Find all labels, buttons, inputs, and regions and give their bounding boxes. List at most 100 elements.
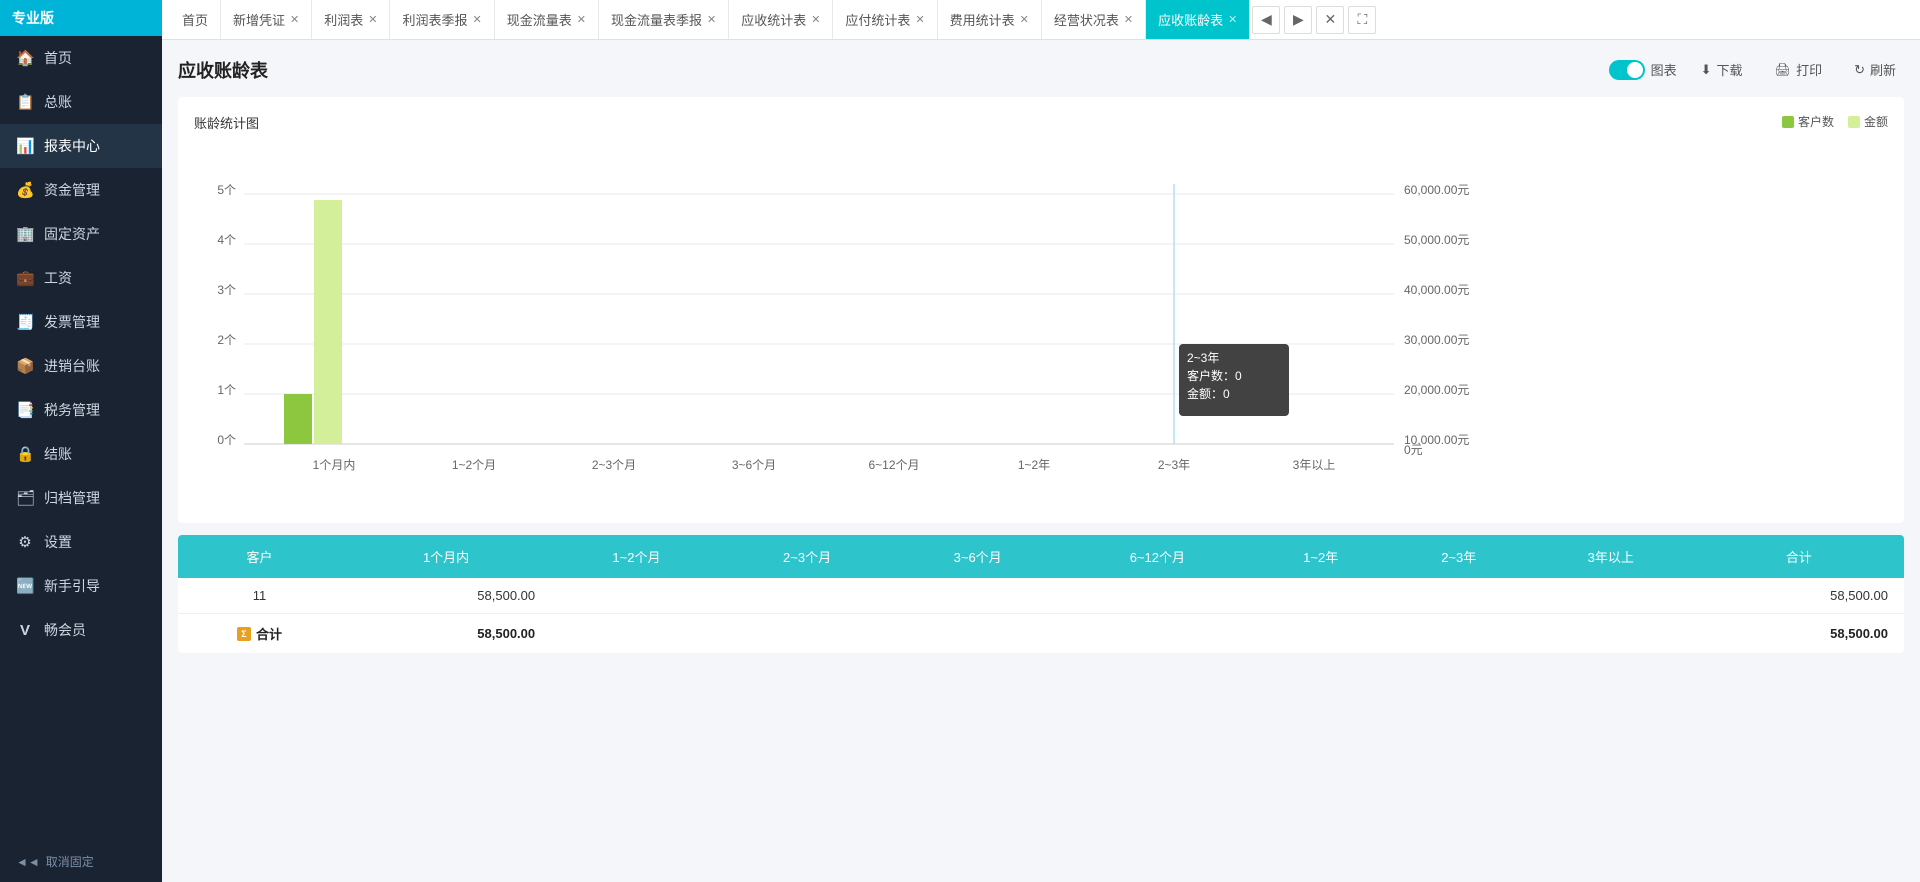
tab-label: 应收统计表 — [741, 10, 806, 29]
cell-m6 — [892, 578, 1063, 614]
svg-text:2~3个月: 2~3个月 — [592, 458, 636, 472]
sidebar-item-fund[interactable]: 💰 资金管理 — [0, 168, 162, 212]
svg-text:4个: 4个 — [217, 233, 236, 247]
tab-label: 费用统计表 — [950, 10, 1015, 29]
close-icon[interactable]: ✕ — [811, 13, 820, 26]
close-icon[interactable]: ✕ — [915, 13, 924, 26]
sidebar-item-salary[interactable]: 💼 工资 — [0, 256, 162, 300]
sidebar-item-label: 发票管理 — [44, 312, 100, 332]
tab-label: 应收账龄表 — [1158, 10, 1223, 29]
sidebar-item-purchase[interactable]: 📦 进销台账 — [0, 344, 162, 388]
sidebar-item-archive[interactable]: 🗂 归档管理 — [0, 476, 162, 520]
sidebar-item-label: 新手引导 — [44, 576, 100, 596]
purchase-icon: 📦 — [16, 357, 34, 375]
sidebar-item-close[interactable]: 🔒 结账 — [0, 432, 162, 476]
tab-operations[interactable]: 经营状况表 ✕ — [1042, 0, 1146, 40]
bar-customers-1[interactable] — [284, 394, 312, 444]
print-label: 打印 — [1796, 60, 1822, 79]
chart-legend: 客户数 金额 — [1782, 113, 1888, 130]
close-icon[interactable]: ✕ — [290, 13, 299, 26]
download-button[interactable]: ⬇ 下载 — [1693, 56, 1751, 83]
sidebar-toggle-pin[interactable]: ◄◄ 取消固定 — [0, 841, 162, 882]
cell-total-m6 — [892, 614, 1063, 654]
tab-profit-quarter[interactable]: 利润表季报 ✕ — [390, 0, 494, 40]
col-m1: 1个月内 — [341, 535, 551, 578]
chart-container: 账龄统计图 客户数 金额 5个 4个 3个 2个 1个 — [178, 97, 1904, 523]
chart-svg: 5个 4个 3个 2个 1个 0个 60,000.00元 50,000.00元 … — [194, 144, 1444, 504]
content-area: 应收账龄表 图表 ⬇ 下载 🖨 打印 ↻ 刷新 — [162, 40, 1920, 882]
close-icon[interactable]: ✕ — [473, 13, 482, 26]
svg-text:2~3年: 2~3年 — [1187, 351, 1219, 365]
sidebar-item-home[interactable]: 🏠 首页 — [0, 36, 162, 80]
tab-prev-button[interactable]: ◀ — [1252, 6, 1280, 34]
cell-total: 58,500.00 — [1694, 578, 1904, 614]
tab-ap-stats[interactable]: 应付统计表 ✕ — [833, 0, 937, 40]
close-icon[interactable]: ✕ — [577, 13, 586, 26]
tab-expense-stats[interactable]: 费用统计表 ✕ — [938, 0, 1042, 40]
tab-expand-button[interactable]: ⛶ — [1348, 6, 1376, 34]
sidebar-item-label: 结账 — [44, 444, 72, 464]
svg-text:50,000.00元: 50,000.00元 — [1404, 233, 1469, 247]
toggle-switch[interactable] — [1609, 60, 1645, 80]
bar-amount-1[interactable] — [314, 200, 342, 444]
svg-text:金额：0: 金额：0 — [1187, 386, 1230, 401]
close-icon[interactable]: ✕ — [1124, 13, 1133, 26]
svg-text:0元: 0元 — [1404, 443, 1423, 457]
app-logo: 专业版 — [0, 0, 162, 36]
invoice-icon: 🧾 — [16, 313, 34, 331]
sidebar-item-guide[interactable]: 🆕 新手引导 — [0, 564, 162, 608]
sidebar-item-tax[interactable]: 📑 税务管理 — [0, 388, 162, 432]
tab-home[interactable]: 首页 — [170, 0, 221, 40]
chart-toggle[interactable]: 图表 — [1609, 60, 1677, 80]
cell-m1: 58,500.00 — [341, 578, 551, 614]
svg-text:1个: 1个 — [217, 383, 236, 397]
col-m6: 3~6个月 — [892, 535, 1063, 578]
sidebar-item-invoice[interactable]: 🧾 发票管理 — [0, 300, 162, 344]
svg-text:1~2年: 1~2年 — [1018, 458, 1050, 472]
close-icon[interactable]: ✕ — [707, 13, 716, 26]
sidebar-item-label: 畅会员 — [44, 620, 86, 640]
close-icon[interactable]: ✕ — [1020, 13, 1029, 26]
col-total: 合计 — [1694, 535, 1904, 578]
refresh-icon: ↻ — [1854, 62, 1865, 78]
svg-text:3年以上: 3年以上 — [1293, 458, 1336, 472]
tab-voucher[interactable]: 新增凭证 ✕ — [221, 0, 312, 40]
tab-close-button[interactable]: ✕ — [1316, 6, 1344, 34]
tab-label: 利润表 — [324, 10, 363, 29]
refresh-button[interactable]: ↻ 刷新 — [1846, 56, 1904, 83]
sidebar-item-settings[interactable]: ⚙ 设置 — [0, 520, 162, 564]
tab-ar-stats[interactable]: 应收统计表 ✕ — [729, 0, 833, 40]
tab-next-button[interactable]: ▶ — [1284, 6, 1312, 34]
sidebar-item-ledger[interactable]: 📋 总账 — [0, 80, 162, 124]
sidebar-item-vip[interactable]: V 畅会员 — [0, 608, 162, 652]
svg-text:60,000.00元: 60,000.00元 — [1404, 183, 1469, 197]
svg-text:40,000.00元: 40,000.00元 — [1404, 283, 1469, 297]
svg-text:5个: 5个 — [217, 183, 236, 197]
tab-ar-aging[interactable]: 应收账龄表 ✕ — [1146, 0, 1250, 40]
svg-text:2~3年: 2~3年 — [1158, 458, 1190, 472]
tab-cashflow-quarter[interactable]: 现金流量表季报 ✕ — [599, 0, 729, 40]
sidebar-item-reports[interactable]: 📊 报表中心 — [0, 124, 162, 168]
refresh-label: 刷新 — [1870, 60, 1896, 79]
tab-label: 首页 — [182, 10, 208, 29]
settings-icon: ⚙ — [16, 533, 34, 551]
total-icon: Σ — [237, 627, 251, 641]
svg-text:客户数：0: 客户数：0 — [1187, 368, 1242, 383]
fund-icon: 💰 — [16, 181, 34, 199]
col-y3: 3年以上 — [1528, 535, 1694, 578]
cell-total-m3 — [722, 614, 893, 654]
print-button[interactable]: 🖨 打印 — [1767, 56, 1831, 83]
salary-icon: 💼 — [16, 269, 34, 287]
cell-total-label: Σ 合计 — [178, 614, 341, 654]
cell-y2 — [1390, 578, 1528, 614]
table-row: 11 58,500.00 58,500.00 — [178, 578, 1904, 614]
sidebar-item-assets[interactable]: 🏢 固定资产 — [0, 212, 162, 256]
vip-icon: V — [16, 622, 34, 639]
tab-cashflow[interactable]: 现金流量表 ✕ — [495, 0, 599, 40]
close-icon[interactable]: ✕ — [368, 13, 377, 26]
tab-label: 新增凭证 — [233, 10, 285, 29]
cell-total-m12 — [1063, 614, 1252, 654]
tab-profit[interactable]: 利润表 ✕ — [312, 0, 390, 40]
cell-y1 — [1252, 578, 1390, 614]
close-icon[interactable]: ✕ — [1228, 13, 1237, 26]
